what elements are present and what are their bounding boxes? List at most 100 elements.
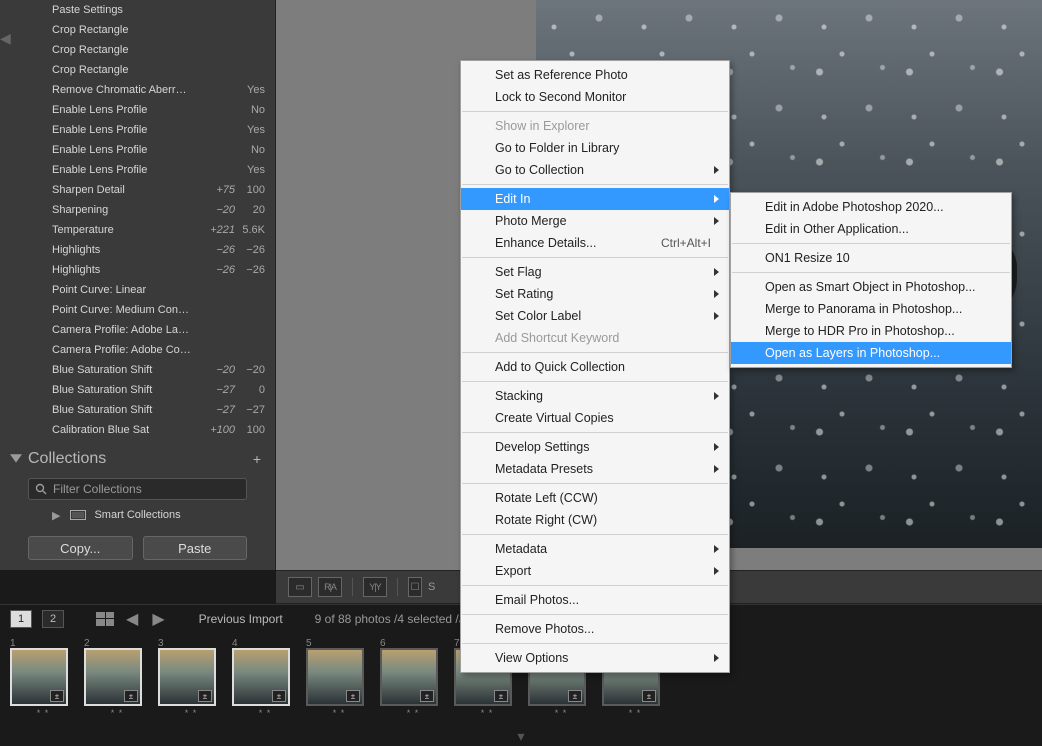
thumbnail[interactable]: 1±* * — [10, 640, 76, 726]
star-rating[interactable]: * * — [306, 708, 372, 718]
paste-button[interactable]: Paste — [143, 536, 248, 560]
context-menu-item[interactable]: Rotate Left (CCW) — [461, 487, 729, 509]
history-step[interactable]: Temperature+2215.6K — [10, 220, 265, 240]
history-step[interactable]: Point Curve: Medium Contrast — [10, 300, 265, 320]
history-step-value: 100 — [235, 424, 265, 436]
context-menu-item[interactable]: Email Photos... — [461, 589, 729, 611]
menu-item-label: Add Shortcut Keyword — [495, 331, 711, 345]
history-step[interactable]: Blue Saturation Shift−20−20 — [10, 360, 265, 380]
context-menu[interactable]: Set as Reference PhotoLock to Second Mon… — [460, 60, 730, 673]
history-step-value: Yes — [235, 124, 265, 136]
before-after-button[interactable]: Y|Y — [363, 577, 387, 597]
context-menu-item[interactable]: Set Rating — [461, 283, 729, 305]
star-rating[interactable]: * * — [158, 708, 224, 718]
grid-view-button[interactable] — [96, 612, 114, 626]
context-menu-item[interactable]: Metadata — [461, 538, 729, 560]
thumbnail[interactable]: 5±* * — [306, 640, 372, 726]
history-step[interactable]: Camera Profile: Adobe Color — [10, 340, 265, 360]
context-menu-item[interactable]: Edit In — [461, 188, 729, 210]
edit-in-submenu-item[interactable]: Merge to HDR Pro in Photoshop... — [731, 320, 1011, 342]
thumbnail[interactable]: 4±* * — [232, 640, 298, 726]
menu-item-label: Enhance Details... — [495, 236, 661, 250]
thumbnail[interactable]: 6±* * — [380, 640, 446, 726]
edit-in-submenu-item[interactable]: Open as Smart Object in Photoshop... — [731, 276, 1011, 298]
thumbnail[interactable]: 3±* * — [158, 640, 224, 726]
history-step[interactable]: Crop Rectangle — [10, 60, 265, 80]
context-menu-item[interactable]: Create Virtual Copies — [461, 407, 729, 429]
history-step[interactable]: Enable Lens ProfileYes — [10, 120, 265, 140]
context-menu-item[interactable]: Set as Reference Photo — [461, 64, 729, 86]
loupe-view-button[interactable]: ▭ — [288, 577, 312, 597]
context-menu-item[interactable]: Go to Collection — [461, 159, 729, 181]
source-label[interactable]: Previous Import — [199, 612, 283, 626]
context-menu-item[interactable]: View Options — [461, 647, 729, 669]
filmstrip-resize-handle[interactable]: ▾ — [0, 726, 1042, 746]
star-rating[interactable]: * * — [380, 708, 446, 718]
filter-collections-input[interactable]: Filter Collections — [28, 478, 247, 500]
thumbnail[interactable]: 2±* * — [84, 640, 150, 726]
context-menu-item[interactable]: Enhance Details...Ctrl+Alt+I — [461, 232, 729, 254]
copy-button[interactable]: Copy... — [28, 536, 133, 560]
menu-item-label: Merge to Panorama in Photoshop... — [765, 302, 993, 316]
context-menu-item[interactable]: Set Color Label — [461, 305, 729, 327]
nav-back-button[interactable]: ◀ — [124, 609, 140, 629]
history-step[interactable]: Highlights−26−26 — [10, 260, 265, 280]
history-step[interactable]: Paste Settings — [10, 0, 265, 20]
history-step-value: 0 — [235, 384, 265, 396]
edit-in-submenu-item[interactable]: Edit in Adobe Photoshop 2020... — [731, 196, 1011, 218]
history-step-value: Yes — [235, 164, 265, 176]
menu-item-label: View Options — [495, 651, 711, 665]
context-menu-item[interactable]: Stacking — [461, 385, 729, 407]
context-menu-item[interactable]: Lock to Second Monitor — [461, 86, 729, 108]
left-collapse-handle[interactable]: ◀ — [0, 30, 10, 46]
star-rating[interactable]: * * — [528, 708, 594, 718]
edit-in-submenu-item[interactable]: ON1 Resize 10 — [731, 247, 1011, 269]
history-step[interactable]: Crop Rectangle — [10, 20, 265, 40]
edit-in-submenu-item[interactable]: Merge to Panorama in Photoshop... — [731, 298, 1011, 320]
context-menu-item[interactable]: Rotate Right (CW) — [461, 509, 729, 531]
smart-collections-row[interactable]: ▶ Smart Collections — [0, 504, 275, 526]
context-menu-item[interactable]: Remove Photos... — [461, 618, 729, 640]
star-rating[interactable]: * * — [232, 708, 298, 718]
context-menu-item[interactable]: Photo Merge — [461, 210, 729, 232]
menu-item-label: Add to Quick Collection — [495, 360, 711, 374]
reference-view-button[interactable]: R|A — [318, 577, 342, 597]
history-step[interactable]: Blue Saturation Shift−27−27 — [10, 400, 265, 420]
add-collection-button[interactable]: + — [249, 451, 265, 467]
secondary-display-button[interactable]: 2 — [42, 610, 64, 628]
history-step[interactable]: Camera Profile: Adobe Landscape — [10, 320, 265, 340]
history-step[interactable]: Blue Saturation Shift−270 — [10, 380, 265, 400]
history-step[interactable]: Enable Lens ProfileNo — [10, 140, 265, 160]
star-rating[interactable]: * * — [454, 708, 520, 718]
collections-header[interactable]: Collections + — [0, 444, 275, 474]
context-menu-item[interactable]: Metadata Presets — [461, 458, 729, 480]
context-menu-item[interactable]: Set Flag — [461, 261, 729, 283]
history-step[interactable]: Enable Lens ProfileNo — [10, 100, 265, 120]
context-menu-item[interactable]: Go to Folder in Library — [461, 137, 729, 159]
context-menu-item[interactable]: Export — [461, 560, 729, 582]
history-step[interactable]: Crop Rectangle — [10, 40, 265, 60]
nav-forward-button[interactable]: ▶ — [150, 609, 166, 629]
history-step[interactable]: Calibration Blue Sat+100100 — [10, 420, 265, 440]
edit-in-submenu[interactable]: Edit in Adobe Photoshop 2020...Edit in O… — [730, 192, 1012, 368]
history-step-label: Temperature — [10, 224, 195, 236]
history-step[interactable]: Highlights−26−26 — [10, 240, 265, 260]
edit-in-submenu-item[interactable]: Open as Layers in Photoshop... — [731, 342, 1011, 364]
menu-separator — [732, 272, 1010, 273]
context-menu-item[interactable]: Develop Settings — [461, 436, 729, 458]
star-rating[interactable]: * * — [84, 708, 150, 718]
history-step[interactable]: Sharpening−2020 — [10, 200, 265, 220]
context-menu-item[interactable]: Add to Quick Collection — [461, 356, 729, 378]
primary-display-button[interactable]: 1 — [10, 610, 32, 628]
history-step[interactable]: Enable Lens ProfileYes — [10, 160, 265, 180]
star-rating[interactable]: * * — [10, 708, 76, 718]
history-step[interactable]: Point Curve: Linear — [10, 280, 265, 300]
edit-in-submenu-item[interactable]: Edit in Other Application... — [731, 218, 1011, 240]
menu-item-label: Email Photos... — [495, 593, 711, 607]
history-step-label: Enable Lens Profile — [10, 104, 195, 116]
history-step[interactable]: Sharpen Detail+75100 — [10, 180, 265, 200]
history-step[interactable]: Remove Chromatic AberrationYes — [10, 80, 265, 100]
history-step-delta: −20 — [195, 204, 235, 216]
soft-proof-toggle[interactable]: ☐ — [408, 577, 422, 597]
star-rating[interactable]: * * — [602, 708, 668, 718]
